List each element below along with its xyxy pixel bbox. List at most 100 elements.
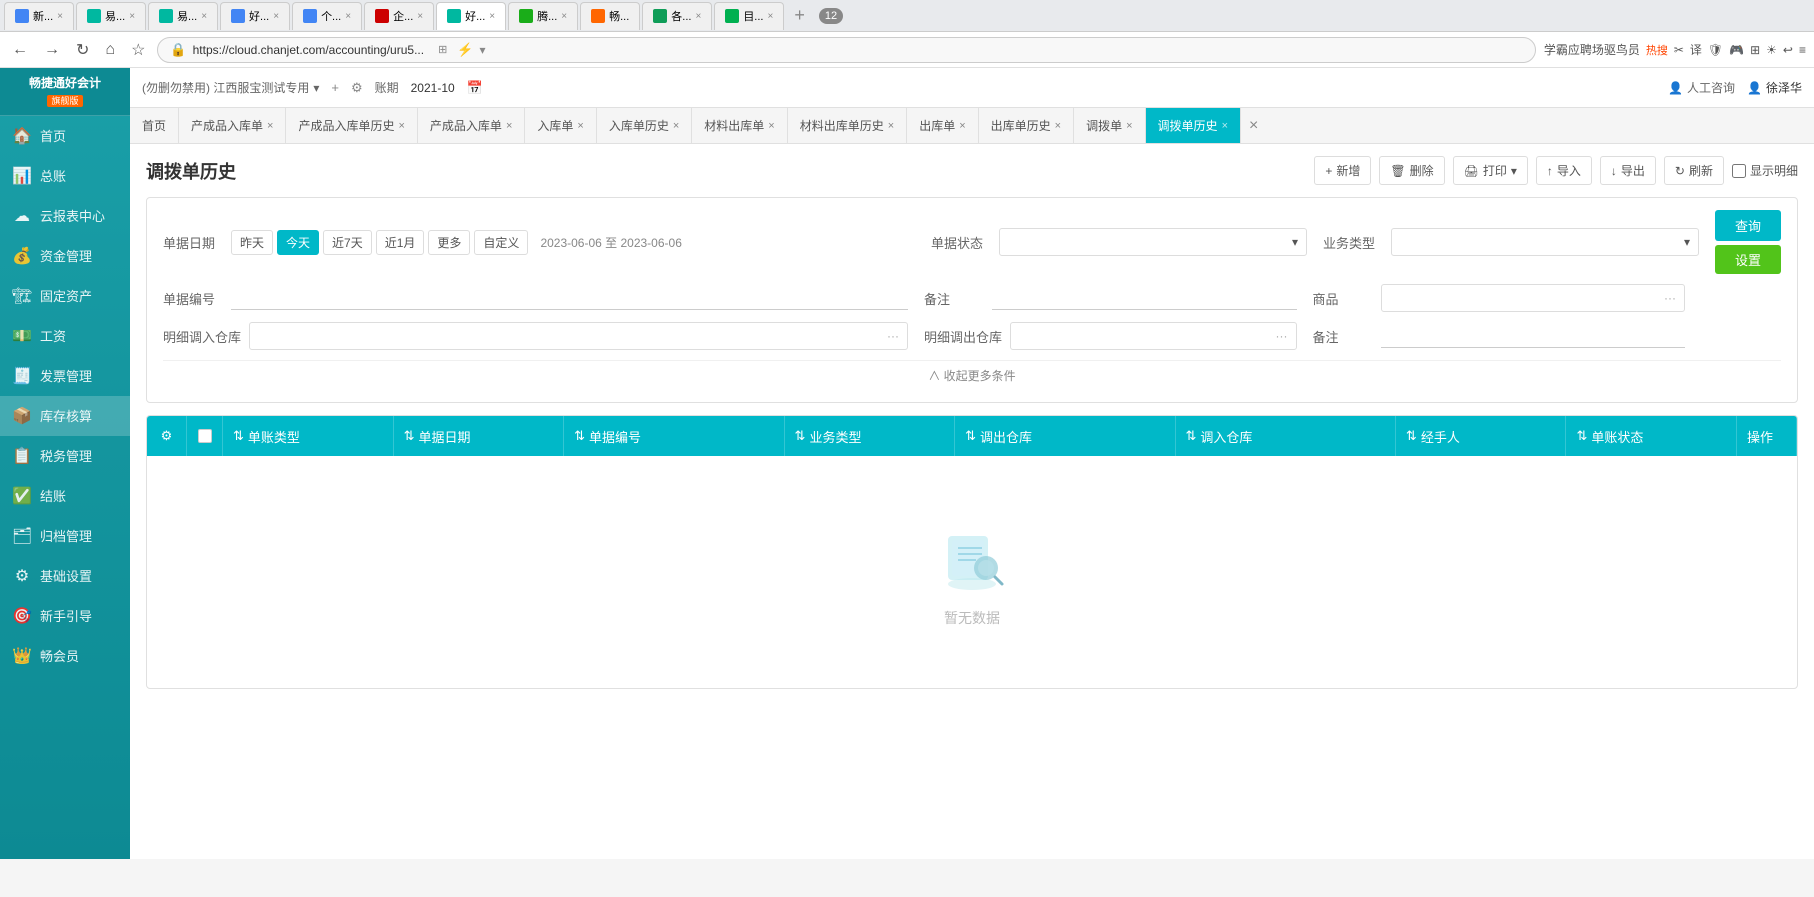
company-selector[interactable]: (勿删勿禁用) 江西服宝测试专用 ▾ xyxy=(142,79,319,96)
browser-tab-8[interactable]: 腾... × xyxy=(508,2,578,30)
sidebar-item-guide[interactable]: 🎯 新手引导 xyxy=(0,596,130,636)
shield-icon[interactable]: 🛡 xyxy=(1708,43,1723,57)
browser-tab-3[interactable]: 易... × xyxy=(148,2,218,30)
sidebar-item-ledger[interactable]: 📊 总账 xyxy=(0,156,130,196)
biz-type-select[interactable]: ▾ xyxy=(1391,228,1699,256)
browser-tab-11[interactable]: 目... × xyxy=(714,2,784,30)
sidebar-item-home[interactable]: 🏠 首页 xyxy=(0,116,130,156)
sidebar-item-assets[interactable]: 🏗 固定资产 xyxy=(0,276,130,316)
display-toggle-checkbox[interactable] xyxy=(1732,164,1746,178)
th-doc-no[interactable]: ⇅ 单据编号 xyxy=(564,416,784,456)
tab-material-outbound-history[interactable]: 材料出库单历史 × xyxy=(788,108,907,144)
tab-material-outbound-history-close[interactable]: × xyxy=(888,120,894,132)
tab-material-outbound[interactable]: 材料出库单 × xyxy=(692,108,787,144)
back-button[interactable]: ← xyxy=(8,37,32,63)
tab-transfer-close[interactable]: × xyxy=(1126,120,1132,132)
grid-icon[interactable]: ⊞ xyxy=(1750,43,1760,57)
menu-icon[interactable]: ≡ xyxy=(1799,43,1806,57)
tab-product-inbound2[interactable]: 产成品入库单 × xyxy=(418,108,525,144)
sidebar-item-close[interactable]: ✅ 结账 xyxy=(0,476,130,516)
brightness-icon[interactable]: ☀ xyxy=(1766,43,1777,57)
th-out-warehouse[interactable]: ⇅ 调出仓库 xyxy=(955,416,1175,456)
sidebar-item-invoice[interactable]: 🧾 发票管理 xyxy=(0,356,130,396)
display-toggle[interactable]: 显示明细 xyxy=(1732,162,1798,179)
tab-product-inbound-history[interactable]: 产成品入库单历史 × xyxy=(286,108,417,144)
th-doc-date[interactable]: ⇅ 单据日期 xyxy=(394,416,565,456)
tab-close-1[interactable]: × xyxy=(57,11,63,22)
export-button[interactable]: ↓ 导出 xyxy=(1600,156,1656,185)
query-button[interactable]: 查询 xyxy=(1715,210,1781,241)
tab-transfer-history-close[interactable]: × xyxy=(1222,120,1228,132)
close-all-tabs-button[interactable]: × xyxy=(1241,117,1266,135)
goods-select[interactable]: ··· xyxy=(1381,284,1686,312)
calendar-icon[interactable]: 📅 xyxy=(467,80,483,96)
tab-close-6[interactable]: × xyxy=(417,11,423,22)
sidebar-item-archive[interactable]: 🗂 归档管理 xyxy=(0,516,130,556)
detail-remark-input[interactable] xyxy=(1381,325,1686,348)
import-button[interactable]: ↑ 导入 xyxy=(1536,156,1592,185)
tab-close-3[interactable]: × xyxy=(201,11,207,22)
bookmark-button[interactable]: ☆ xyxy=(127,36,149,64)
tab-close-4[interactable]: × xyxy=(273,11,279,22)
sidebar-item-funds[interactable]: 💰 资金管理 xyxy=(0,236,130,276)
tab-material-outbound-close[interactable]: × xyxy=(768,120,774,132)
browser-tab-7[interactable]: 好... × xyxy=(436,2,506,30)
tab-transfer[interactable]: 调拨单 × xyxy=(1074,108,1145,144)
forward-button[interactable]: → xyxy=(40,37,64,63)
new-tab-button[interactable]: + xyxy=(786,5,813,26)
today-btn[interactable]: 今天 xyxy=(277,230,319,255)
tab-home[interactable]: 首页 xyxy=(130,108,179,144)
tab-close-2[interactable]: × xyxy=(129,11,135,22)
sidebar-item-tax[interactable]: 📋 税务管理 xyxy=(0,436,130,476)
th-handler[interactable]: ⇅ 经手人 xyxy=(1396,416,1567,456)
tab-inbound[interactable]: 入库单 × xyxy=(525,108,596,144)
docno-input[interactable] xyxy=(231,287,908,310)
th-settings[interactable]: ⚙ xyxy=(147,416,187,456)
user-info[interactable]: 👤 徐泽华 xyxy=(1747,79,1802,96)
undo-icon[interactable]: ↩ xyxy=(1783,43,1793,57)
select-all-checkbox[interactable] xyxy=(198,429,212,443)
th-doc-status[interactable]: ⇅ 单账状态 xyxy=(1566,416,1737,456)
print-button[interactable]: 🖨 打印 ▾ xyxy=(1453,156,1528,185)
browser-tab-1[interactable]: 新... × xyxy=(4,2,74,30)
home-button[interactable]: ⌂ xyxy=(101,37,119,63)
tab-close-10[interactable]: × xyxy=(695,11,701,22)
browser-tab-4[interactable]: 好... × xyxy=(220,2,290,30)
th-in-warehouse[interactable]: ⇅ 调入仓库 xyxy=(1176,416,1396,456)
browser-tab-5[interactable]: 个... × xyxy=(292,2,362,30)
detail-in-select[interactable]: ··· xyxy=(249,322,908,350)
address-bar[interactable]: 🔒 https://cloud.chanjet.com/accounting/u… xyxy=(157,37,1535,63)
more-date-btn[interactable]: 更多 xyxy=(428,230,470,255)
tab-product-inbound2-close[interactable]: × xyxy=(506,120,512,132)
collapse-button[interactable]: ∧ 收起更多条件 xyxy=(163,360,1781,390)
detail-out-select[interactable]: ··· xyxy=(1010,322,1296,350)
custom-date-btn[interactable]: 自定义 xyxy=(474,230,528,255)
new-button[interactable]: + 新增 xyxy=(1314,156,1371,185)
refresh-button[interactable]: ↻ xyxy=(72,36,93,64)
tab-product-inbound[interactable]: 产成品入库单 × xyxy=(179,108,286,144)
sidebar-item-reports[interactable]: ☁ 云报表中心 xyxy=(0,196,130,236)
tab-outbound[interactable]: 出库单 × xyxy=(907,108,978,144)
tab-inbound-history[interactable]: 入库单历史 × xyxy=(597,108,692,144)
tab-outbound-history[interactable]: 出库单历史 × xyxy=(979,108,1074,144)
sidebar-item-payroll[interactable]: 💵 工资 xyxy=(0,316,130,356)
tab-close-5[interactable]: × xyxy=(345,11,351,22)
company-settings-icon[interactable]: ⚙ xyxy=(351,80,363,96)
tab-transfer-history[interactable]: 调拨单历史 × xyxy=(1146,108,1241,144)
sidebar-item-inventory[interactable]: 📦 库存核算 xyxy=(0,396,130,436)
browser-tab-9[interactable]: 畅... xyxy=(580,2,640,30)
browser-tab-6[interactable]: 企... × xyxy=(364,2,434,30)
tab-outbound-history-close[interactable]: × xyxy=(1055,120,1061,132)
tab-close-7[interactable]: × xyxy=(489,11,495,22)
sidebar-item-settings[interactable]: ⚙ 基础设置 xyxy=(0,556,130,596)
yesterday-btn[interactable]: 昨天 xyxy=(231,230,273,255)
week-btn[interactable]: 近7天 xyxy=(323,230,372,255)
tab-outbound-close[interactable]: × xyxy=(959,120,965,132)
game-icon[interactable]: 🎮 xyxy=(1729,43,1744,57)
add-company-button[interactable]: + xyxy=(331,80,339,95)
tab-close-11[interactable]: × xyxy=(767,11,773,22)
browser-tab-10[interactable]: 各... × xyxy=(642,2,712,30)
tab-product-inbound-history-close[interactable]: × xyxy=(398,120,404,132)
refresh-button-page[interactable]: ↻ 刷新 xyxy=(1664,156,1724,185)
month-btn[interactable]: 近1月 xyxy=(376,230,425,255)
